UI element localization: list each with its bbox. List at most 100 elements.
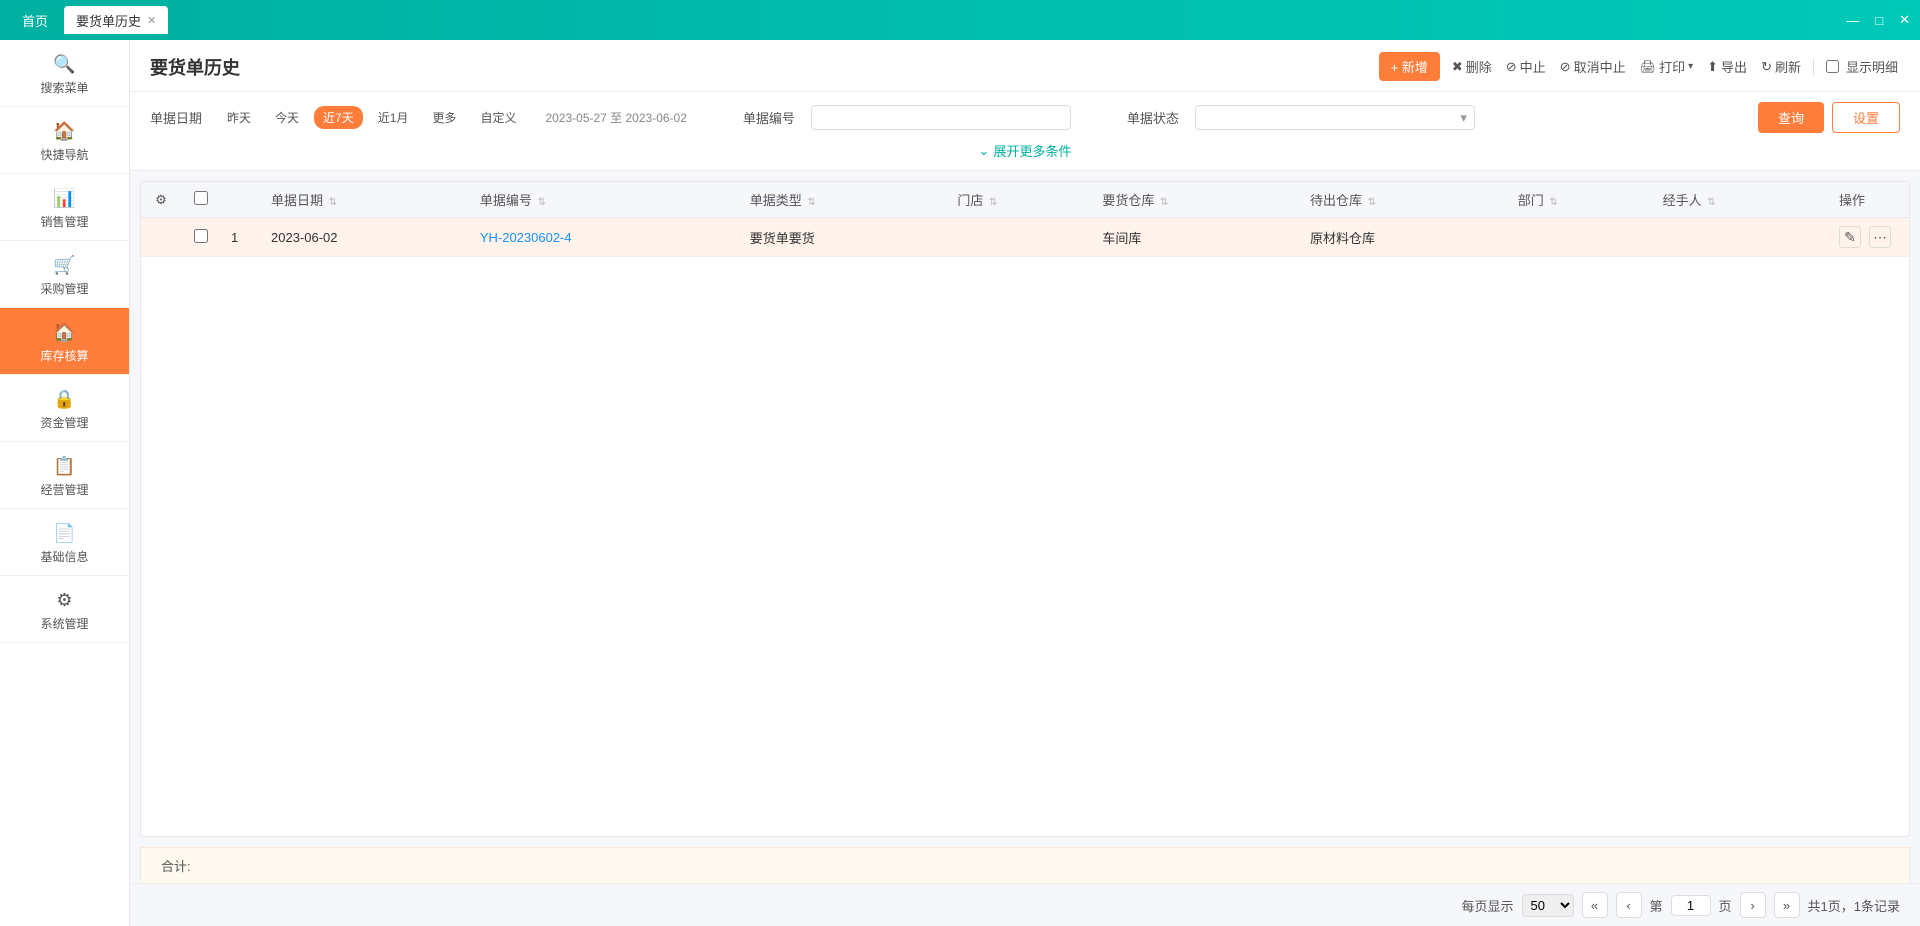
sidebar-item-finance[interactable]: 🔒 资金管理 xyxy=(0,375,129,442)
refresh-button[interactable]: ↻ 刷新 xyxy=(1759,53,1803,80)
sidebar-item-quick-nav[interactable]: 🏠 快捷导航 xyxy=(0,107,129,174)
sidebar-item-inventory[interactable]: 🏠 库存核算 xyxy=(0,308,129,375)
sidebar-item-inventory-label: 库存核算 xyxy=(40,347,88,364)
th-date[interactable]: 单据日期 ⇅ xyxy=(261,182,470,218)
next-page-button[interactable]: › xyxy=(1740,892,1766,918)
cell-settings xyxy=(141,218,181,257)
sidebar-item-sales[interactable]: 📊 销售管理 xyxy=(0,174,129,241)
date-btn-today[interactable]: 今天 xyxy=(266,106,308,129)
doc-no-link[interactable]: YH-20230602-4 xyxy=(480,230,572,245)
window-controls: — □ ✕ xyxy=(1846,12,1910,28)
sidebar-item-purchase-label: 采购管理 xyxy=(40,280,88,297)
window-close[interactable]: ✕ xyxy=(1899,12,1910,28)
export-button[interactable]: ⬆ 导出 xyxy=(1705,53,1749,80)
window-minimize[interactable]: — xyxy=(1846,13,1859,28)
th-pending-warehouse[interactable]: 待出仓库 ⇅ xyxy=(1300,182,1508,218)
th-doc-no[interactable]: 单据编号 ⇅ xyxy=(470,182,740,218)
inventory-icon: 🏠 xyxy=(53,322,75,343)
date-filter-buttons: 昨天 今天 近7天 近1月 更多 自定义 xyxy=(218,106,525,129)
filter-bar: 单据日期 昨天 今天 近7天 近1月 更多 自定义 2023-05-27 至 2… xyxy=(130,92,1920,171)
row-checkbox[interactable] xyxy=(194,229,208,243)
th-doc-type-label: 单据类型 xyxy=(750,193,802,208)
tab-requisition-history[interactable]: 要货单历史 ✕ xyxy=(64,6,168,34)
cancel-stop-button[interactable]: ⊘ 取消中止 xyxy=(1558,53,1628,80)
date-btn-1month[interactable]: 近1月 xyxy=(369,106,418,129)
th-doc-no-label: 单据编号 xyxy=(480,193,532,208)
window-maximize[interactable]: □ xyxy=(1875,13,1883,28)
settings-button[interactable]: 设置 xyxy=(1832,102,1900,133)
cell-doc-no: YH-20230602-4 xyxy=(470,218,740,257)
page-title: 要货单历史 xyxy=(150,54,240,80)
current-page-input[interactable] xyxy=(1671,895,1711,916)
expand-label: 展开更多条件 xyxy=(993,141,1071,160)
prev-page-button[interactable]: ‹ xyxy=(1616,892,1642,918)
page-size-select[interactable]: 10 20 50 100 xyxy=(1522,894,1574,917)
refresh-icon: ↻ xyxy=(1761,59,1772,75)
operations-icon: 📋 xyxy=(53,456,75,477)
select-all-checkbox[interactable] xyxy=(194,191,208,205)
sidebar-item-system[interactable]: ⚙ 系统管理 xyxy=(0,576,129,643)
show-detail-input[interactable] xyxy=(1826,60,1839,73)
table-body: 1 2023-06-02 YH-20230602-4 要货单要货 车间库 原材料… xyxy=(141,218,1909,257)
last-page-button[interactable]: » xyxy=(1774,892,1800,918)
sort-store-icon: ⇅ xyxy=(989,197,997,208)
pagination-bar: 每页显示 10 20 50 100 « ‹ 第 页 › » 共1页，1条记录 xyxy=(130,883,1920,926)
sidebar-item-purchase[interactable]: 🛒 采购管理 xyxy=(0,241,129,308)
expand-more-button[interactable]: ⌄ 展开更多条件 xyxy=(979,141,1072,160)
stop-button[interactable]: ⊘ 中止 xyxy=(1504,53,1548,80)
sidebar-item-base-info[interactable]: 📄 基础信息 xyxy=(0,509,129,576)
sidebar-item-sales-label: 销售管理 xyxy=(40,213,88,230)
sort-doc-no-icon: ⇅ xyxy=(537,197,545,208)
date-btn-more[interactable]: 更多 xyxy=(423,106,465,129)
th-pending-wh-label: 待出仓库 xyxy=(1310,193,1362,208)
more-action-icon[interactable]: ⋯ xyxy=(1869,226,1891,248)
action-icons: ✎ ⋯ xyxy=(1839,226,1899,248)
purchase-icon: 🛒 xyxy=(53,255,75,276)
filter-row-expand: ⌄ 展开更多条件 xyxy=(150,141,1900,160)
tab-home[interactable]: 首页 xyxy=(10,6,60,34)
quick-nav-icon: 🏠 xyxy=(53,121,75,142)
sidebar-item-search-label: 搜索菜单 xyxy=(40,79,88,96)
table-area: ⚙ 单据日期 ⇅ 单据编号 ⇅ xyxy=(140,181,1910,837)
system-icon: ⚙ xyxy=(56,590,72,611)
th-handler-label: 经手人 xyxy=(1663,193,1702,208)
th-handler[interactable]: 经手人 ⇅ xyxy=(1653,182,1829,218)
delete-icon: ✖ xyxy=(1452,59,1463,75)
sidebar-item-system-label: 系统管理 xyxy=(40,615,88,632)
th-dept[interactable]: 部门 ⇅ xyxy=(1508,182,1653,218)
show-detail-checkbox[interactable]: 显示明细 xyxy=(1824,53,1900,80)
sort-handler-icon: ⇅ xyxy=(1707,197,1715,208)
print-dropdown-icon: ▾ xyxy=(1688,61,1693,72)
th-doc-type[interactable]: 单据类型 ⇅ xyxy=(740,182,948,218)
toolbar: + 新增 ✖ 删除 ⊘ 中止 ⊘ 取消中止 🖨 打印 xyxy=(1379,52,1900,81)
tab-close-icon[interactable]: ✕ xyxy=(147,14,156,27)
th-store-label: 门店 xyxy=(957,193,983,208)
th-req-warehouse[interactable]: 要货仓库 ⇅ xyxy=(1092,182,1300,218)
status-select[interactable] xyxy=(1195,105,1475,130)
status-select-wrapper xyxy=(1195,105,1475,130)
date-btn-custom[interactable]: 自定义 xyxy=(471,106,525,129)
sort-req-wh-icon: ⇅ xyxy=(1160,197,1168,208)
cell-store xyxy=(947,218,1092,257)
query-button[interactable]: 查询 xyxy=(1758,102,1824,133)
th-store[interactable]: 门店 ⇅ xyxy=(947,182,1092,218)
top-bar: 首页 要货单历史 ✕ — □ ✕ xyxy=(0,0,1920,40)
date-btn-7days[interactable]: 近7天 xyxy=(314,106,363,129)
date-btn-yesterday[interactable]: 昨天 xyxy=(218,106,260,129)
print-button[interactable]: 🖨 打印 ▾ xyxy=(1638,53,1696,80)
main-layout: 🔍 搜索菜单 🏠 快捷导航 📊 销售管理 🛒 采购管理 🏠 库存核算 🔒 资金管… xyxy=(0,40,1920,926)
first-page-button[interactable]: « xyxy=(1582,892,1608,918)
sidebar-item-search-menu[interactable]: 🔍 搜索菜单 xyxy=(0,40,129,107)
tab-requisition-label: 要货单历史 xyxy=(76,11,141,30)
delete-button[interactable]: ✖ 删除 xyxy=(1450,53,1494,80)
sidebar-item-operations[interactable]: 📋 经营管理 xyxy=(0,442,129,509)
th-action: 操作 xyxy=(1829,182,1909,218)
add-button[interactable]: + 新增 xyxy=(1379,52,1440,81)
cell-checkbox xyxy=(181,218,221,257)
summary-label: 合计: xyxy=(161,856,191,875)
edit-action-icon[interactable]: ✎ xyxy=(1839,226,1861,248)
sidebar-item-finance-label: 资金管理 xyxy=(40,414,88,431)
page-header-top: 要货单历史 + 新增 ✖ 删除 ⊘ 中止 ⊘ 取消中止 xyxy=(150,52,1900,81)
doc-no-input[interactable] xyxy=(811,105,1071,130)
th-settings[interactable]: ⚙ xyxy=(141,182,181,218)
